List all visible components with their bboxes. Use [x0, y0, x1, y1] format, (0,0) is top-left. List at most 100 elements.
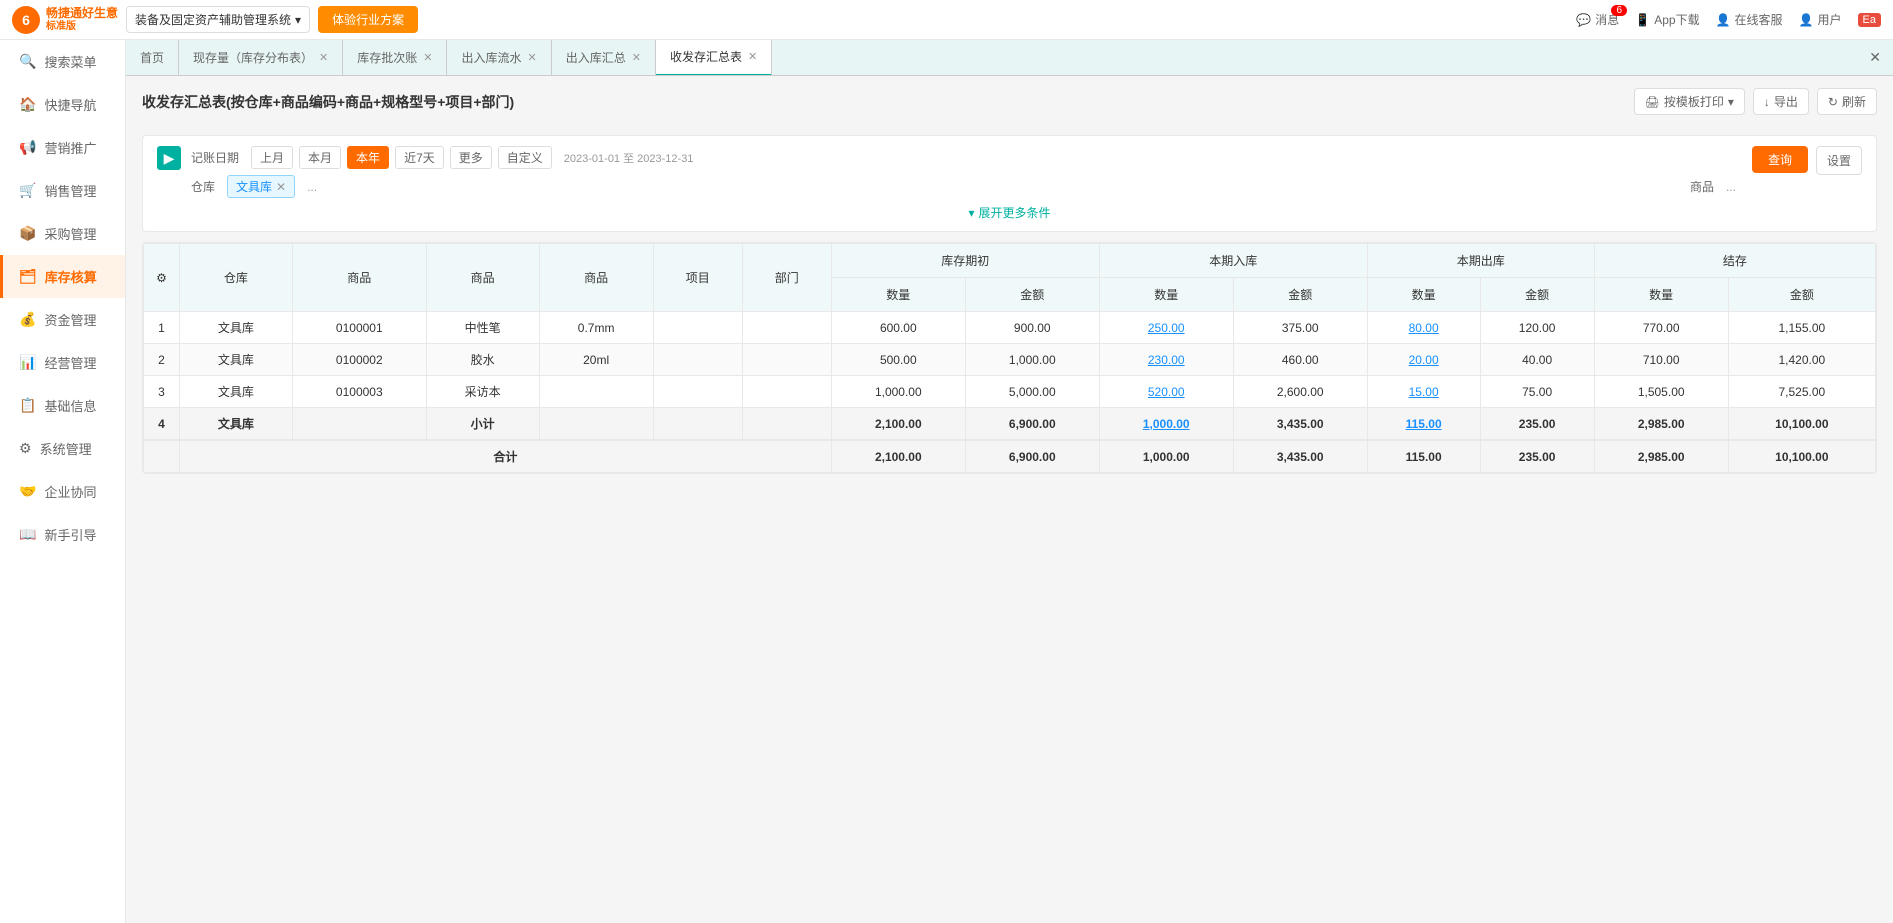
export-icon: ↓: [1764, 95, 1770, 109]
content-area: 首页 现存量（库存分布表） ✕ 库存批次账 ✕ 出入库流水 ✕ 出入库汇总 ✕ …: [126, 40, 1893, 923]
filter-expand-arrow[interactable]: ▶: [157, 146, 181, 170]
cell-goods-code: 0100003: [292, 376, 426, 408]
cell-in-amt: 3,435.00: [1233, 408, 1367, 441]
expand-more-row: ▾ 展开更多条件: [157, 204, 1862, 221]
cell-project: [653, 312, 742, 344]
purchase-icon: 📦: [19, 225, 36, 242]
tab-inout-summary[interactable]: 出入库汇总 ✕: [552, 40, 656, 76]
query-button[interactable]: 查询: [1752, 146, 1808, 173]
system-title[interactable]: 装备及固定资产辅助管理系统 ▾: [126, 6, 310, 33]
cell-out-qty[interactable]: 80.00: [1367, 312, 1480, 344]
sidebar-item-system[interactable]: ⚙ 系统管理: [0, 427, 125, 470]
experience-button[interactable]: 体验行业方案: [318, 6, 418, 33]
tab-batch[interactable]: 库存批次账 ✕: [343, 40, 447, 76]
table-row-subtotal: 4 文具库 小计 2,100.00 6,900.00 1,000.00 3,43…: [144, 408, 1876, 441]
sidebar-label-inventory: 库存核算: [45, 267, 97, 286]
table-container: ⚙ 仓库 商品 商品 商品 项目 部门 库存期初 本期入库 本期出库 结存: [142, 242, 1877, 474]
date-label: 记账日期: [191, 149, 239, 166]
tab-stock-dist[interactable]: 现存量（库存分布表） ✕: [179, 40, 343, 76]
date-btn-this-month[interactable]: 本月: [299, 146, 341, 169]
warehouse-more[interactable]: ...: [307, 180, 317, 194]
sidebar-item-search[interactable]: 🔍 搜索菜单: [0, 40, 125, 83]
sidebar-item-purchase[interactable]: 📦 采购管理: [0, 212, 125, 255]
date-btn-7days[interactable]: 近7天: [395, 146, 444, 169]
cell-warehouse: 文具库: [180, 344, 293, 376]
cell-balance-qty: 770.00: [1594, 312, 1728, 344]
footer-out-amt: 235.00: [1480, 440, 1594, 473]
date-btn-last-month[interactable]: 上月: [251, 146, 293, 169]
goods-more[interactable]: ...: [1726, 180, 1736, 194]
sidebar-item-finance[interactable]: 💰 资金管理: [0, 298, 125, 341]
export-button[interactable]: ↓ 导出: [1753, 88, 1809, 115]
sidebar-item-quick[interactable]: 🏠 快捷导航: [0, 83, 125, 126]
cell-out-qty[interactable]: 20.00: [1367, 344, 1480, 376]
print-button[interactable]: 🖨 按模板打印 ▾: [1634, 88, 1745, 115]
support-icon: 👤: [1716, 13, 1731, 27]
sidebar-label-guide: 新手引导: [44, 525, 96, 544]
ea-label[interactable]: Ea: [1858, 13, 1881, 27]
sidebar-label-basic: 基础信息: [44, 396, 96, 415]
ea-text: Ea: [1858, 13, 1881, 27]
user-nav[interactable]: 👤 用户: [1799, 11, 1842, 28]
message-nav[interactable]: 💬 消息 6: [1576, 11, 1619, 28]
download-icon: 📱: [1635, 13, 1650, 27]
tab-inout-summary-label: 出入库汇总: [566, 49, 626, 66]
refresh-button[interactable]: ↻ 刷新: [1817, 88, 1877, 115]
filter-section: ▶ 记账日期 上月 本月 本年 近7天 更多 自定义: [142, 135, 1877, 232]
sidebar-item-inventory[interactable]: 🗂 库存核算: [0, 255, 125, 298]
cell-in-qty[interactable]: 1,000.00: [1099, 408, 1233, 441]
sidebar-label-sales: 销售管理: [44, 181, 96, 200]
sidebar-label-enterprise: 企业协同: [44, 482, 96, 501]
finance-icon: 💰: [19, 311, 36, 328]
tab-batch-close[interactable]: ✕: [423, 51, 432, 64]
cell-goods-code: 0100002: [292, 344, 426, 376]
tab-recv-send[interactable]: 收发存汇总表 ✕: [656, 40, 772, 76]
tab-stock-dist-label: 现存量（库存分布表）: [193, 49, 313, 66]
date-btn-more[interactable]: 更多: [450, 146, 492, 169]
warehouse-tag-close[interactable]: ✕: [276, 180, 286, 194]
sidebar-item-guide[interactable]: 📖 新手引导: [0, 513, 125, 556]
tab-recv-send-close[interactable]: ✕: [748, 50, 757, 63]
cell-warehouse: 文具库: [180, 408, 293, 441]
sidebar-item-enterprise[interactable]: 🤝 企业协同: [0, 470, 125, 513]
th-in-amt: 金额: [1233, 278, 1367, 312]
app-download-nav[interactable]: 📱 App下载: [1635, 11, 1699, 28]
online-support-nav[interactable]: 👤 在线客服: [1716, 11, 1783, 28]
page-content: 收发存汇总表(按仓库+商品编码+商品+规格型号+项目+部门) 🖨 按模板打印 ▾…: [126, 76, 1893, 923]
setting-button[interactable]: 设置: [1816, 146, 1862, 175]
expand-more-btn[interactable]: ▾ 展开更多条件: [968, 204, 1050, 221]
cell-opening-qty: 600.00: [831, 312, 965, 344]
warehouse-tag[interactable]: 文具库 ✕: [227, 175, 295, 198]
tab-stock-dist-close[interactable]: ✕: [319, 51, 328, 64]
search-icon: 🔍: [19, 53, 36, 70]
sidebar-item-marketing[interactable]: 📢 营销推广: [0, 126, 125, 169]
cell-out-qty[interactable]: 15.00: [1367, 376, 1480, 408]
page-title: 收发存汇总表(按仓库+商品编码+商品+规格型号+项目+部门): [142, 92, 514, 112]
sidebar-item-basic[interactable]: 📋 基础信息: [0, 384, 125, 427]
header-right: 💬 消息 6 📱 App下载 👤 在线客服 👤 用户 Ea: [1576, 11, 1881, 28]
cell-goods-spec: 0.7mm: [539, 312, 653, 344]
cell-in-qty[interactable]: 250.00: [1099, 312, 1233, 344]
cell-warehouse: 文具库: [180, 376, 293, 408]
tab-home[interactable]: 首页: [126, 40, 179, 76]
th-out: 本期出库: [1367, 244, 1594, 278]
cell-in-qty[interactable]: 230.00: [1099, 344, 1233, 376]
date-btn-this-year[interactable]: 本年: [347, 146, 389, 169]
cell-balance-amt: 10,100.00: [1728, 408, 1875, 441]
footer-opening-amt: 6,900.00: [965, 440, 1099, 473]
cell-in-qty[interactable]: 520.00: [1099, 376, 1233, 408]
table-row: 3 文具库 0100003 采访本 1,000.00 5,000.00 520.…: [144, 376, 1876, 408]
cell-project: [653, 376, 742, 408]
th-out-amt: 金额: [1480, 278, 1594, 312]
sidebar-item-sales[interactable]: 🛒 销售管理: [0, 169, 125, 212]
sidebar-item-operations[interactable]: 📊 经营管理: [0, 341, 125, 384]
tab-inout-flow[interactable]: 出入库流水 ✕: [447, 40, 551, 76]
cell-out-amt: 120.00: [1480, 312, 1594, 344]
cell-out-qty[interactable]: 115.00: [1367, 408, 1480, 441]
settings-icon[interactable]: ⚙: [156, 271, 167, 285]
tab-inout-flow-close[interactable]: ✕: [528, 51, 537, 64]
tab-bar-close-all[interactable]: ✕: [1857, 49, 1893, 66]
date-btn-custom[interactable]: 自定义: [498, 146, 552, 169]
sidebar-label-operations: 经营管理: [44, 353, 96, 372]
tab-inout-summary-close[interactable]: ✕: [632, 51, 641, 64]
